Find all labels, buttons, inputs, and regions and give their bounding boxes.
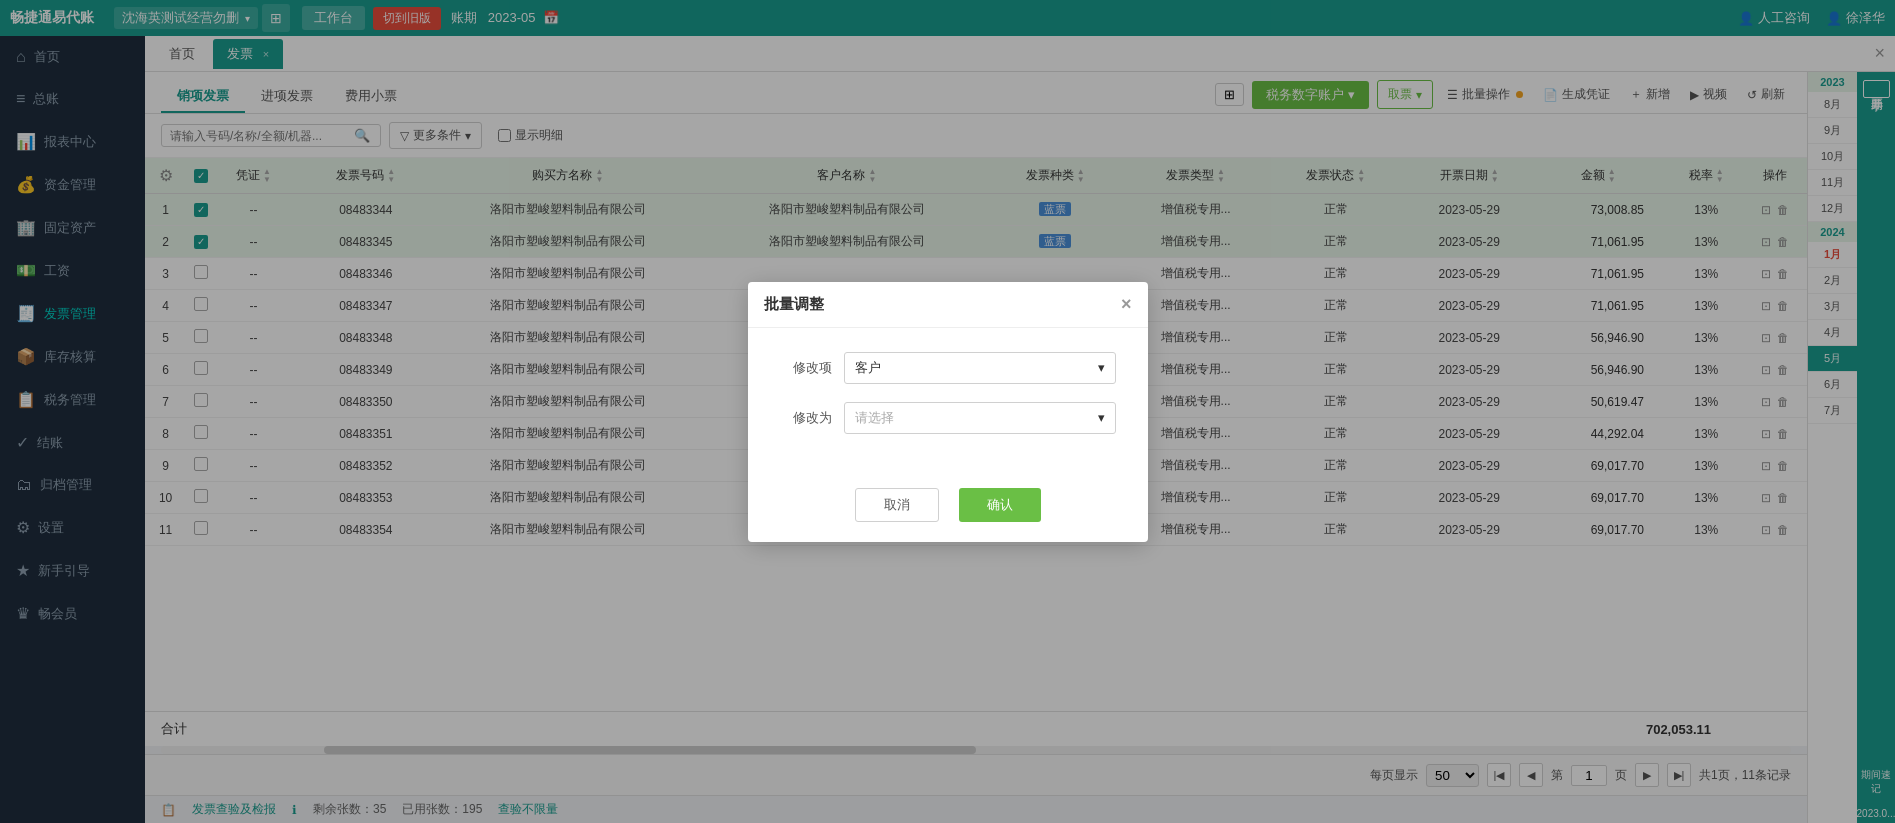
dialog-field-value: 客户 — [855, 359, 881, 377]
dialog-header: 批量调整 × — [748, 282, 1148, 328]
dialog-footer: 取消 确认 — [748, 476, 1148, 542]
dialog-close-button[interactable]: × — [1121, 294, 1132, 315]
batch-adjust-dialog: 批量调整 × 修改项 客户 ▾ 修改为 请选择 ▾ 取消 确认 — [748, 282, 1148, 542]
dialog-change-row: 修改为 请选择 ▾ — [780, 402, 1116, 434]
dialog-overlay: 批量调整 × 修改项 客户 ▾ 修改为 请选择 ▾ 取消 确认 — [0, 0, 1895, 823]
dialog-body: 修改项 客户 ▾ 修改为 请选择 ▾ — [748, 328, 1148, 476]
dialog-confirm-button[interactable]: 确认 — [959, 488, 1041, 522]
dialog-title: 批量调整 — [764, 295, 824, 314]
dialog-field-label: 修改项 — [780, 359, 832, 377]
dialog-field-arrow: ▾ — [1098, 360, 1105, 375]
dialog-change-placeholder: 请选择 — [855, 409, 894, 427]
dialog-field-row: 修改项 客户 ▾ — [780, 352, 1116, 384]
dialog-change-select[interactable]: 请选择 ▾ — [844, 402, 1116, 434]
dialog-change-arrow: ▾ — [1098, 410, 1105, 425]
dialog-field-select[interactable]: 客户 ▾ — [844, 352, 1116, 384]
dialog-change-label: 修改为 — [780, 409, 832, 427]
dialog-cancel-button[interactable]: 取消 — [855, 488, 939, 522]
